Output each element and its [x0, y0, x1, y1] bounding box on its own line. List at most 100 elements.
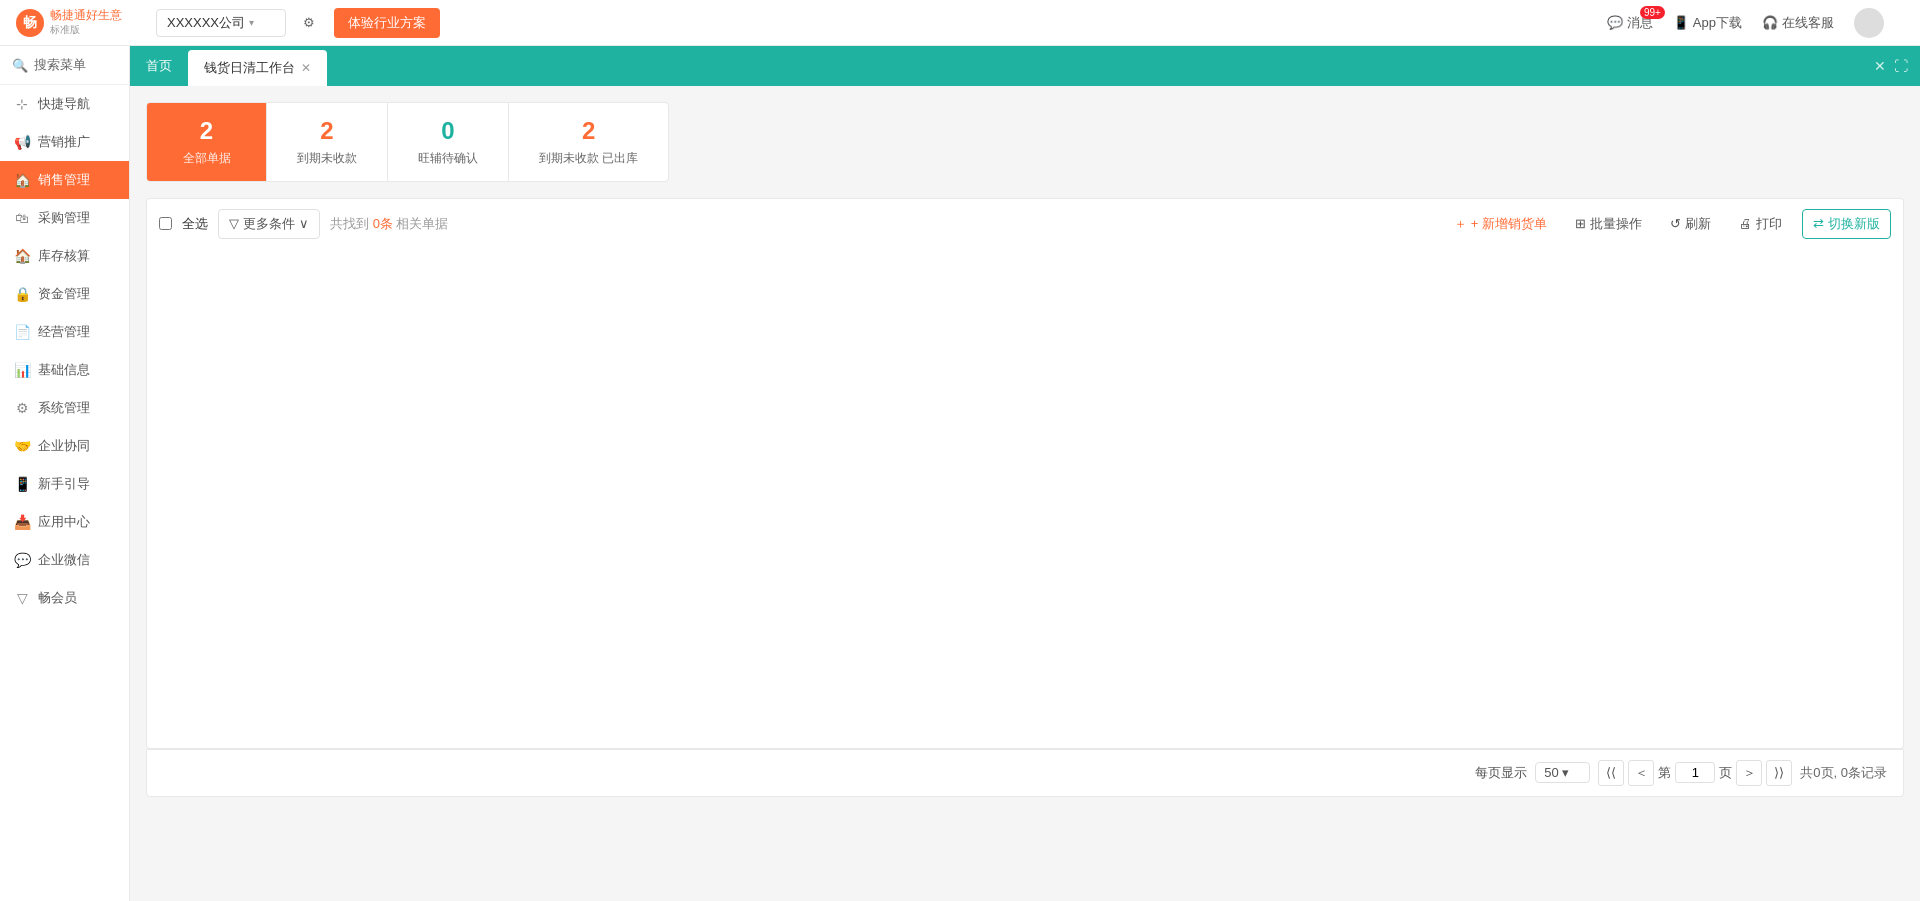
sidebar-item-label: 畅会员: [38, 589, 77, 607]
top-header: 畅 畅捷通好生意 标准版 XXXXXX公司 ▾ ⚙ 体验行业方案 💬 消息 99…: [0, 0, 1920, 46]
stat-number-all: 2: [177, 117, 236, 146]
select-all-label: 全选: [182, 215, 208, 233]
refresh-icon: ↺: [1670, 216, 1681, 231]
filter-button[interactable]: ▽ 更多条件 ∨: [218, 209, 320, 239]
tab-close-window-icon[interactable]: ✕: [1874, 58, 1886, 74]
stat-card-shipped[interactable]: 2 到期未收款 已出库: [509, 103, 668, 181]
next-page-button[interactable]: ＞: [1736, 760, 1762, 786]
online-service-button[interactable]: 🎧 在线客服: [1762, 14, 1834, 32]
purchase-icon: 🛍: [14, 210, 30, 226]
toolbar: 全选 ▽ 更多条件 ∨ 共找到 0条 相关单据 ＋ + 新增销货单 ⊞ 批量操作: [146, 198, 1904, 249]
sidebar-item-system[interactable]: ⚙ 系统管理: [0, 389, 129, 427]
enterprise-icon: 🤝: [14, 438, 30, 454]
tab-close-icon[interactable]: ✕: [301, 61, 311, 75]
page-input[interactable]: [1675, 762, 1715, 783]
switch-icon: ⇄: [1813, 216, 1824, 231]
member-icon: ▽: [14, 590, 30, 606]
tab-home[interactable]: 首页: [130, 46, 188, 86]
logo-name: 畅捷通好生意: [50, 8, 122, 24]
try-industry-button[interactable]: 体验行业方案: [334, 8, 440, 38]
message-badge: 99+: [1640, 6, 1665, 19]
logo-icon: 畅: [16, 9, 44, 37]
service-icon: 🎧: [1762, 15, 1778, 30]
logo-text-group: 畅捷通好生意 标准版: [50, 8, 122, 38]
sidebar-item-label: 应用中心: [38, 513, 90, 531]
sidebar-item-operation[interactable]: 📄 经营管理: [0, 313, 129, 351]
stat-card-overdue[interactable]: 2 到期未收款: [267, 103, 388, 181]
first-page-button[interactable]: ⟨⟨: [1598, 760, 1624, 786]
found-suffix: 相关单据: [396, 216, 448, 231]
logo-badge: 标准版: [50, 23, 122, 37]
sidebar-item-basic-info[interactable]: 📊 基础信息: [0, 351, 129, 389]
sidebar-item-label: 企业协同: [38, 437, 90, 455]
app-download-button[interactable]: 📱 App下载: [1673, 14, 1742, 32]
page-total: 共0页, 0条记录: [1800, 764, 1887, 782]
message-button[interactable]: 💬 消息 99+: [1607, 14, 1653, 32]
sidebar-item-label: 经营管理: [38, 323, 90, 341]
sidebar-item-label: 企业微信: [38, 551, 90, 569]
search-menu-label: 搜索菜单: [34, 56, 86, 74]
sidebar-item-finance[interactable]: 🔒 资金管理: [0, 275, 129, 313]
stat-label-shipped: 到期未收款 已出库: [539, 150, 638, 167]
toolbar-right: ＋ + 新增销货单 ⊞ 批量操作 ↺ 刷新 🖨 打印 ⇄ 切换新版: [1446, 209, 1891, 239]
sidebar-item-guide[interactable]: 📱 新手引导: [0, 465, 129, 503]
page-suffix: 页: [1719, 764, 1732, 782]
chevron-down-icon: ▾: [249, 17, 254, 28]
prev-page-button[interactable]: ＜: [1628, 760, 1654, 786]
switch-version-button[interactable]: ⇄ 切换新版: [1802, 209, 1891, 239]
select-all-checkbox[interactable]: [159, 217, 172, 230]
service-label: 在线客服: [1782, 14, 1834, 32]
stat-number-pending: 0: [418, 117, 478, 146]
stat-card-pending[interactable]: 0 旺辅待确认: [388, 103, 509, 181]
filter-icon: ▽: [229, 216, 239, 231]
stat-card-all[interactable]: 2 全部单据: [147, 103, 267, 181]
quick-nav-icon: ⊹: [14, 96, 30, 112]
refresh-button[interactable]: ↺ 刷新: [1662, 210, 1719, 238]
sidebar-item-app-center[interactable]: 📥 应用中心: [0, 503, 129, 541]
company-name: XXXXXX公司: [167, 14, 245, 32]
basic-info-icon: 📊: [14, 362, 30, 378]
batch-operation-button[interactable]: ⊞ 批量操作: [1567, 210, 1650, 238]
tab-bar-right: ✕ ⛶: [1874, 58, 1920, 74]
page-label: 第: [1658, 764, 1671, 782]
sidebar-item-quick-nav[interactable]: ⊹ 快捷导航: [0, 85, 129, 123]
print-button[interactable]: 🖨 打印: [1731, 210, 1790, 238]
print-icon: 🖨: [1739, 216, 1752, 231]
stat-label-all: 全部单据: [177, 150, 236, 167]
stat-label-overdue: 到期未收款: [297, 150, 357, 167]
batch-icon: ⊞: [1575, 216, 1586, 231]
per-page-select[interactable]: 50 ▾: [1535, 762, 1590, 783]
sidebar-item-label: 库存核算: [38, 247, 90, 265]
search-menu-button[interactable]: 🔍 搜索菜单: [0, 46, 129, 85]
found-text: 共找到 0条 相关单据: [330, 215, 448, 233]
message-icon: 💬: [1607, 15, 1623, 30]
app-icon: 📱: [1673, 15, 1689, 30]
app-center-icon: 📥: [14, 514, 30, 530]
tab-work-bench[interactable]: 钱货日清工作台 ✕: [188, 50, 327, 86]
sidebar-item-marketing[interactable]: 📢 营销推广: [0, 123, 129, 161]
system-icon: ⚙: [14, 400, 30, 416]
sidebar-item-inventory[interactable]: 🏠 库存核算: [0, 237, 129, 275]
sidebar-item-sales[interactable]: 🏠 销售管理: [0, 161, 129, 199]
filter-label: 更多条件: [243, 215, 295, 233]
sidebar-item-label: 快捷导航: [38, 95, 90, 113]
print-label: 打印: [1756, 215, 1782, 233]
sidebar-item-label: 采购管理: [38, 209, 90, 227]
found-count: 0条: [373, 216, 393, 231]
company-selector[interactable]: XXXXXX公司 ▾: [156, 9, 286, 37]
app-label: App下载: [1693, 14, 1742, 32]
tab-fullscreen-icon[interactable]: ⛶: [1894, 58, 1908, 74]
sidebar-item-member[interactable]: ▽ 畅会员: [0, 579, 129, 617]
avatar[interactable]: [1854, 8, 1884, 38]
per-page-chevron: ▾: [1562, 765, 1569, 780]
add-sale-order-button[interactable]: ＋ + 新增销货单: [1446, 210, 1555, 238]
sidebar-item-wechat[interactable]: 💬 企业微信: [0, 541, 129, 579]
per-page-value: 50: [1544, 765, 1558, 780]
settings-button[interactable]: ⚙: [294, 8, 324, 38]
table-area: [146, 249, 1904, 749]
sidebar-item-purchase[interactable]: 🛍 采购管理: [0, 199, 129, 237]
last-page-button[interactable]: ⟩⟩: [1766, 760, 1792, 786]
sidebar-item-enterprise[interactable]: 🤝 企业协同: [0, 427, 129, 465]
tab-bar: 首页 钱货日清工作台 ✕ ✕ ⛶: [130, 46, 1920, 86]
logo-area: 畅 畅捷通好生意 标准版: [16, 8, 146, 38]
